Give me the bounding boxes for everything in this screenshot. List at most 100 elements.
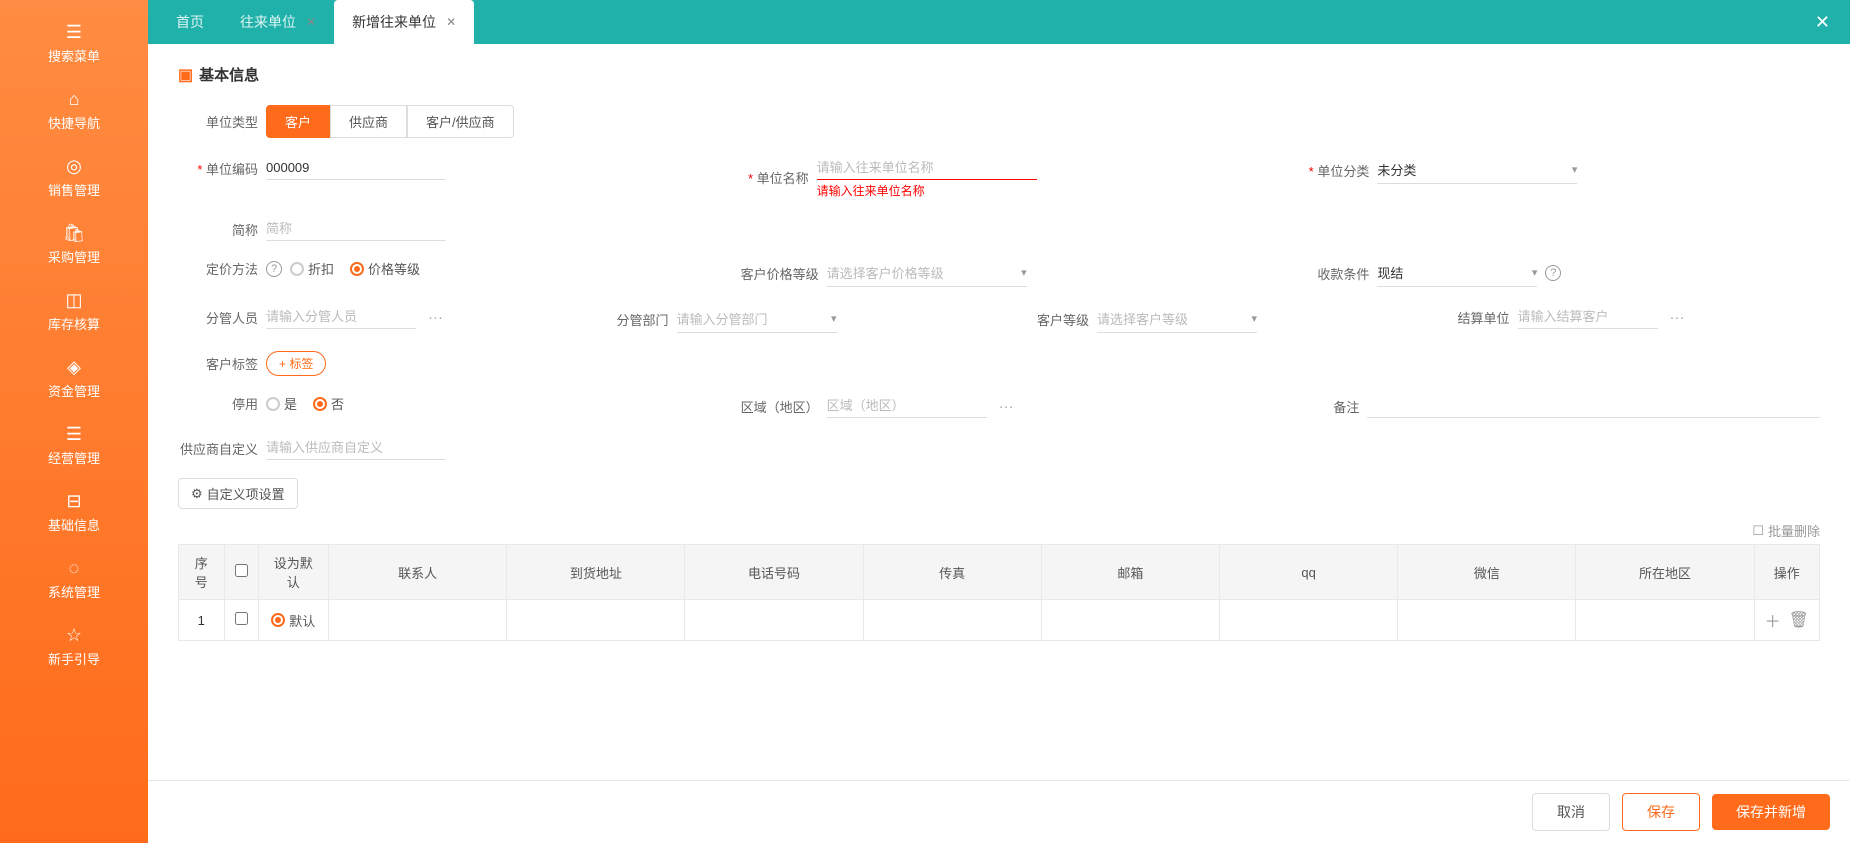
customer-level-select[interactable]: 请选择客户等级 ▾ [1097, 305, 1257, 333]
abbr-input[interactable] [266, 217, 446, 241]
pricing-help-icon[interactable]: ? [266, 261, 282, 277]
code-name-row: 单位编码 单位名称 请输入往来单位名称 单位分类 未分类 ▾ [178, 156, 1820, 199]
disable-no[interactable]: 否 [313, 394, 344, 413]
tab-partners-close[interactable]: ✕ [306, 15, 316, 29]
disable-yes-circle [266, 397, 280, 411]
region-input[interactable] [827, 394, 987, 418]
manager-input[interactable] [266, 305, 416, 329]
cell-address[interactable] [507, 600, 685, 641]
type-btn-customer[interactable]: 客户 [266, 105, 330, 138]
type-btn-supplier[interactable]: 供应商 [330, 105, 407, 138]
manager-more-btn[interactable]: ··· [424, 309, 447, 326]
unit-name-input[interactable] [817, 156, 1037, 180]
unit-name-field-wrapper: 请输入往来单位名称 [817, 156, 1037, 199]
cell-wechat[interactable] [1398, 600, 1576, 641]
dept-select[interactable]: 请输入分管部门 ▾ [677, 305, 837, 333]
contact-input[interactable] [339, 613, 496, 628]
unit-category-label: 单位分类 [1299, 161, 1369, 180]
wechat-input[interactable] [1408, 613, 1565, 628]
sidebar-item-quick-nav[interactable]: ⌂ 快捷导航 [0, 77, 148, 144]
type-btn-both[interactable]: 客户/供应商 [407, 105, 514, 138]
save-button[interactable]: 保存 [1622, 793, 1700, 831]
sidebar-item-purchase[interactable]: 🛍 采购管理 [0, 211, 148, 278]
sidebar-item-sales[interactable]: ◎ 销售管理 [0, 144, 148, 211]
pricing-radio-discount[interactable]: 折扣 [290, 259, 334, 278]
pricing-group: 定价方法 ? 折扣 价格等级 [178, 259, 699, 278]
phone-input[interactable] [695, 613, 852, 628]
unit-name-error: 请输入往来单位名称 [817, 182, 1037, 199]
remark-input[interactable] [1367, 394, 1820, 418]
unit-category-arrow: ▾ [1572, 163, 1578, 176]
settlement-label: 结算单位 [1440, 308, 1510, 327]
sidebar-item-system[interactable]: ◌ 系统管理 [0, 546, 148, 613]
add-tag-btn[interactable]: + 标签 [266, 351, 326, 376]
row-checkbox[interactable] [235, 612, 248, 625]
cell-qq[interactable] [1219, 600, 1397, 641]
payment-arrow: ▾ [1532, 266, 1538, 279]
payment-help-icon[interactable]: ? [1545, 265, 1561, 281]
sidebar-item-label: 资金管理 [48, 381, 100, 400]
cell-phone[interactable] [685, 600, 863, 641]
cell-email[interactable] [1041, 600, 1219, 641]
disable-yes[interactable]: 是 [266, 394, 297, 413]
qq-input[interactable] [1230, 613, 1387, 628]
col-qq: qq [1219, 545, 1397, 600]
tab-new-partner-close[interactable]: ✕ [446, 15, 456, 29]
settlement-more-btn[interactable]: ··· [1666, 309, 1689, 326]
tab-partners[interactable]: 往来单位 ✕ [222, 0, 334, 44]
sidebar-item-inventory[interactable]: ◫ 库存核算 [0, 278, 148, 345]
basic-icon: ⊟ [66, 491, 81, 512]
abbr-group: 简称 [178, 217, 1820, 241]
customer-price-arrow: ▾ [1021, 266, 1027, 279]
area-input[interactable] [1586, 613, 1743, 628]
cancel-button[interactable]: 取消 [1532, 793, 1610, 831]
settlement-input[interactable] [1518, 305, 1658, 329]
select-all-checkbox[interactable] [235, 564, 248, 577]
custom-settings-btn[interactable]: ⚙ 自定义项设置 [178, 478, 298, 509]
sidebar-item-basic[interactable]: ⊟ 基础信息 [0, 479, 148, 546]
col-action: 操作 [1754, 545, 1819, 600]
default-label: 默认 [289, 611, 315, 630]
cell-seq: 1 [179, 600, 225, 641]
unit-code-label: 单位编码 [178, 159, 258, 178]
section-title: ▣ 基本信息 [178, 64, 1820, 85]
sidebar-item-operation[interactable]: ☰ 经营管理 [0, 412, 148, 479]
tab-new-partner[interactable]: 新增往来单位 ✕ [334, 0, 474, 44]
guide-icon: ☆ [66, 625, 82, 646]
inventory-icon: ◫ [65, 290, 82, 311]
row-actions: ＋ 🗑 [1765, 608, 1809, 632]
sidebar-item-guide[interactable]: ☆ 新手引导 [0, 613, 148, 680]
tab-home[interactable]: 首页 [158, 0, 222, 44]
email-input[interactable] [1052, 613, 1209, 628]
sidebar-item-label: 库存核算 [48, 314, 100, 333]
customer-price-select[interactable]: 请选择客户价格等级 ▾ [827, 259, 1027, 287]
pricing-radio-level[interactable]: 价格等级 [350, 259, 420, 278]
cell-area[interactable] [1576, 600, 1754, 641]
add-row-icon[interactable]: ＋ [1765, 608, 1781, 632]
manager-group: 分管人员 ··· [178, 305, 559, 329]
customer-level-placeholder: 请选择客户等级 [1097, 309, 1245, 328]
unit-code-input[interactable] [266, 156, 446, 180]
delete-row-icon[interactable]: 🗑 [1789, 610, 1809, 630]
row-default-radio[interactable]: 默认 [269, 611, 319, 630]
cell-fax[interactable] [863, 600, 1041, 641]
region-more-btn[interactable]: ··· [995, 398, 1018, 415]
unit-category-select[interactable]: 未分类 ▾ [1377, 156, 1577, 184]
fax-input[interactable] [874, 613, 1031, 628]
close-all-tabs[interactable]: ✕ [1805, 12, 1840, 33]
remark-label: 备注 [1299, 397, 1359, 416]
address-input[interactable] [517, 613, 674, 628]
supplier-custom-input[interactable] [266, 436, 446, 460]
save-new-button[interactable]: 保存并新增 [1712, 794, 1830, 830]
sidebar-item-finance[interactable]: ◈ 资金管理 [0, 345, 148, 412]
cell-contact[interactable] [329, 600, 507, 641]
sidebar-item-search[interactable]: ☰ 搜索菜单 [0, 10, 148, 77]
cell-checkbox[interactable] [224, 600, 258, 641]
customer-level-arrow: ▾ [1251, 312, 1257, 325]
unit-type-row: 单位类型 客户 供应商 客户/供应商 [178, 105, 1820, 138]
sales-icon: ◎ [66, 156, 82, 177]
batch-delete-icon: ☐ [1752, 523, 1764, 539]
payment-select[interactable]: 现结 ▾ [1377, 259, 1537, 287]
col-phone: 电话号码 [685, 545, 863, 600]
batch-delete-label[interactable]: 批量删除 [1768, 521, 1820, 540]
